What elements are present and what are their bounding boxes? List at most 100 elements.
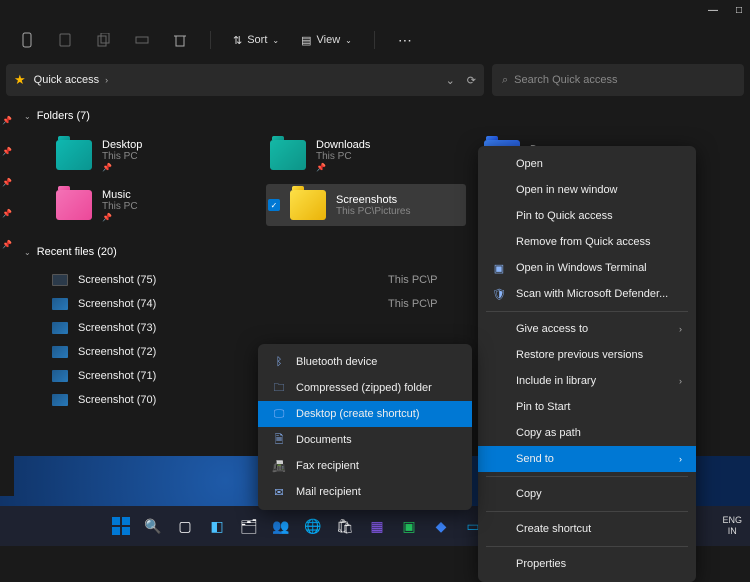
chevron-right-icon: › <box>679 376 682 386</box>
menu-item[interactable]: Give access to› <box>478 316 696 342</box>
explorer-icon[interactable]: 🗂 <box>236 513 262 539</box>
menu-icon: ▣ <box>492 262 506 275</box>
menu-separator <box>486 546 688 547</box>
menu-item[interactable]: Send to› <box>478 446 696 472</box>
image-icon <box>52 394 68 406</box>
new-icon[interactable] <box>20 32 36 48</box>
folder-name: Desktop <box>102 139 142 151</box>
menu-item[interactable]: 🗎Documents <box>258 427 472 453</box>
image-icon <box>52 298 68 310</box>
menu-item[interactable]: Properties <box>478 551 696 577</box>
folder-item[interactable]: DownloadsThis PC📌 <box>266 134 466 176</box>
menu-label: Bluetooth device <box>296 356 377 368</box>
image-icon <box>52 322 68 334</box>
pin-icon[interactable]: 📌 <box>2 147 12 156</box>
folder-item[interactable]: ✓ScreenshotsThis PC\Pictures <box>266 184 466 226</box>
separator <box>374 31 375 49</box>
folder-name: Music <box>102 189 138 201</box>
menu-icon: 📠 <box>272 460 286 473</box>
widgets-icon[interactable]: ◧ <box>204 513 230 539</box>
checkbox-icon: ✓ <box>268 199 280 211</box>
menu-item[interactable]: Open in new window <box>478 177 696 203</box>
image-icon <box>52 274 68 286</box>
menu-item[interactable]: 🖵 Desktop (create shortcut) <box>258 401 472 427</box>
search-icon[interactable]: 🔍 <box>140 513 166 539</box>
menu-label: Copy <box>516 488 542 500</box>
menu-icon: 🖵 <box>272 408 286 421</box>
menu-item[interactable]: Restore previous versions <box>478 342 696 368</box>
pin-icon: 📌 <box>102 163 142 172</box>
sort-button[interactable]: ⇅Sort⌄ <box>233 34 279 47</box>
menu-label: Open in Windows Terminal <box>516 262 647 274</box>
menu-item[interactable]: ▣ Open in Windows Terminal <box>478 255 696 281</box>
maximize-button[interactable]: □ <box>736 5 742 16</box>
pin-icon[interactable]: 📌 <box>2 240 12 249</box>
app-icon[interactable]: ▣ <box>396 513 422 539</box>
menu-item[interactable]: 🗀Compressed (zipped) folder <box>258 375 472 401</box>
chevron-down-icon[interactable]: ⌄ <box>446 74 455 87</box>
language-indicator[interactable]: ENGIN <box>722 515 742 537</box>
chevron-right-icon: › <box>105 75 108 85</box>
command-bar: ⇅Sort⌄ ▤View⌄ ⋯ <box>0 20 750 60</box>
menu-item[interactable]: 📠Fax recipient <box>258 453 472 479</box>
folder-location: This PC <box>102 201 138 212</box>
folder-item[interactable]: MusicThis PC📌 <box>52 184 252 226</box>
menu-item[interactable]: Copy as path <box>478 420 696 446</box>
more-icon[interactable]: ⋯ <box>397 32 413 48</box>
menu-item[interactable]: Pin to Start <box>478 394 696 420</box>
app-icon[interactable]: ▦ <box>364 513 390 539</box>
chevron-right-icon: › <box>679 324 682 334</box>
breadcrumb[interactable]: ★ Quick access › ⌄ ⟳ <box>6 64 484 96</box>
search-input[interactable]: ⌕ Search Quick access <box>492 64 744 96</box>
image-icon <box>52 370 68 382</box>
view-button[interactable]: ▤View⌄ <box>301 34 352 47</box>
menu-item[interactable]: Copy <box>478 481 696 507</box>
menu-item[interactable]: ᛒBluetooth device <box>258 349 472 375</box>
menu-item[interactable]: 🛡Scan with Microsoft Defender... <box>478 281 696 307</box>
pin-icon[interactable]: 📌 <box>2 116 12 125</box>
pin-icon[interactable]: 📌 <box>2 178 12 187</box>
edge-icon[interactable]: 🌐 <box>300 513 326 539</box>
menu-item[interactable]: Remove from Quick access <box>478 229 696 255</box>
file-path: This PC\P <box>388 298 438 310</box>
search-icon: ⌕ <box>502 74 508 87</box>
cut-icon[interactable] <box>58 32 74 48</box>
store-icon[interactable]: 🛍 <box>332 513 358 539</box>
context-menu: OpenOpen in new window Pin to Quick acces… <box>478 146 696 582</box>
folder-item[interactable]: DesktopThis PC📌 <box>52 134 252 176</box>
refresh-icon[interactable]: ⟳ <box>467 74 476 87</box>
breadcrumb-path: Quick access <box>34 74 99 86</box>
menu-item[interactable]: Include in library› <box>478 368 696 394</box>
delete-icon[interactable] <box>172 32 188 48</box>
nav-sidebar: 📌 📌 📌 📌 📌 <box>0 96 14 496</box>
folder-location: This PC <box>102 151 142 162</box>
menu-icon: 🗀 <box>272 379 286 398</box>
menu-label: Restore previous versions <box>516 349 643 361</box>
copy-icon[interactable] <box>96 32 112 48</box>
teams-icon[interactable]: 👥 <box>268 513 294 539</box>
context-submenu: ᛒBluetooth device🗀Compressed (zipped) fo… <box>258 344 472 510</box>
folder-name: Downloads <box>316 139 370 151</box>
file-name: Screenshot (75) <box>78 274 388 286</box>
app-icon[interactable]: ◆ <box>428 513 454 539</box>
task-view-icon[interactable]: ▢ <box>172 513 198 539</box>
menu-separator <box>486 311 688 312</box>
menu-label: Scan with Microsoft Defender... <box>516 288 668 300</box>
menu-item[interactable]: Open <box>478 151 696 177</box>
folders-section-header[interactable]: ⌄ Folders (7) <box>24 104 750 128</box>
menu-item[interactable]: ✉Mail recipient <box>258 479 472 505</box>
rename-icon[interactable] <box>134 32 150 48</box>
chevron-down-icon: ⌄ <box>24 112 31 121</box>
start-button[interactable] <box>108 513 134 539</box>
menu-item[interactable]: Create shortcut <box>478 516 696 542</box>
folder-icon <box>56 190 92 220</box>
folder-location: This PC <box>316 151 370 162</box>
menu-label: Pin to Quick access <box>516 210 613 222</box>
folder-icon <box>270 140 306 170</box>
separator <box>210 31 211 49</box>
pin-icon[interactable]: 📌 <box>2 209 12 218</box>
minimize-button[interactable]: — <box>708 5 718 16</box>
menu-label: Desktop (create shortcut) <box>296 408 420 420</box>
menu-item[interactable]: Pin to Quick access <box>478 203 696 229</box>
star-icon: ★ <box>14 72 26 88</box>
